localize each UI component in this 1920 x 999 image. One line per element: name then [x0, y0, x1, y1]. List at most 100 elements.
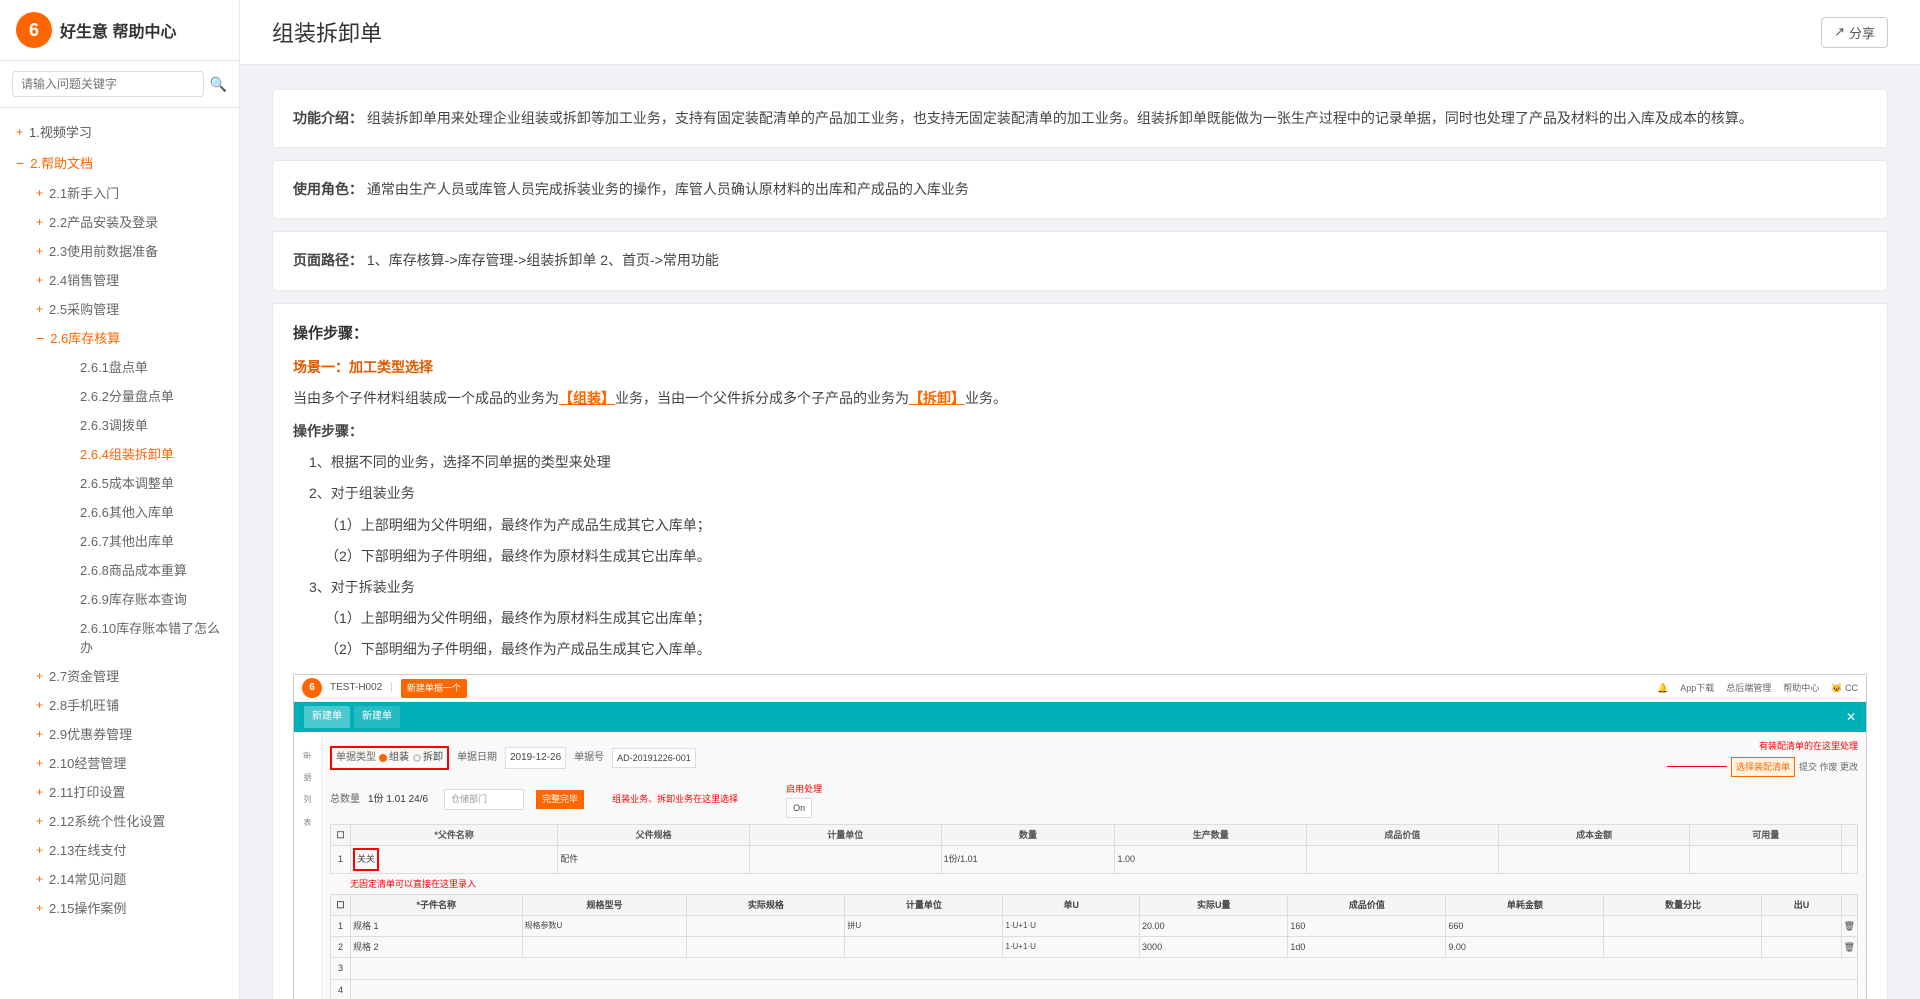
screenshot-upper-row1: 1 关关 配件 1份/1.01 1.00 — [331, 846, 1858, 873]
sidebar-item-label: 1.视频学习 — [29, 122, 92, 141]
screenshot-qty-label: 总数量 — [330, 791, 360, 809]
screenshot-th-avail: 可用量 — [1690, 825, 1842, 846]
plus-icon: + — [36, 698, 43, 712]
sidebar-inventory-sub: 2.6.1盘点单 2.6.2分量盘点单 2.6.3调拨单 2.6.4组装拆卸单 … — [28, 352, 239, 661]
screenshot-lower-row3: 3 — [331, 958, 1858, 979]
screenshot-annotation3: 启用处理 On — [786, 781, 822, 818]
plus-icon: + — [36, 669, 43, 683]
screenshot-th-spec: 父件规格 — [558, 825, 750, 846]
screenshot-annotation1-text: 有装配清单的在这里处理 — [1759, 738, 1858, 754]
sidebar-item-sales[interactable]: + 2.4销售管理 — [28, 265, 239, 294]
step3-1: （1）上部明细为父件明细，最终作为原材料生成其它出库单； — [293, 606, 1867, 631]
screenshot-annotation1-btn: 选择装配清单 — [1731, 757, 1795, 777]
screenshot-annotation4: 无固定清单可以直接在这里录入 — [350, 876, 1858, 892]
sidebar-item-docs[interactable]: − 2.帮助文档 — [0, 147, 239, 178]
sidebar-item-print[interactable]: + 2.11打印设置 — [28, 777, 239, 806]
logo-text: 好生意 帮助中心 — [60, 18, 176, 42]
step2-2: （2）下部明细为子件明细，最终作为原材料生成其它出库单。 — [293, 544, 1867, 569]
screenshot-tab-new2: 新建单 — [354, 706, 400, 728]
sidebar-item-video[interactable]: + 1.视频学习 — [0, 116, 239, 147]
sidebar-item-pay[interactable]: + 2.13在线支付 — [28, 835, 239, 864]
screenshot-num-value: AD-20191226-001 — [612, 748, 696, 768]
search-icon[interactable]: 🔍 — [210, 76, 227, 93]
screenshot-th-prod-val: 成品价值 — [1307, 825, 1499, 846]
screenshot-th-unit: 计量单位 — [749, 825, 941, 846]
screenshot-close-icon: ✕ — [1846, 707, 1856, 729]
role-card: 使用角色： 通常由生产人员或库管人员完成拆装业务的操作，库管人员确认原材料的出库… — [272, 160, 1888, 219]
screenshot-lower-section: 无固定清单可以直接在这里录入 ☐ *子件名称 规格型号 实际规格 — [330, 876, 1858, 999]
screenshot-app-id: TEST-H002 — [330, 679, 382, 697]
plus-icon: + — [36, 872, 43, 886]
sidebar-item-cases[interactable]: + 2.15操作案例 — [28, 893, 239, 922]
sidebar-item-265[interactable]: 2.6.5成本调整单 — [72, 468, 239, 497]
sidebar-item-operation[interactable]: + 2.10经营管理 — [28, 748, 239, 777]
sidebar-item-268[interactable]: 2.6.8商品成本重算 — [72, 555, 239, 584]
content-area: 功能介绍： 组装拆卸单用来处理企业组装或拆卸等加工业务，支持有固定装配清单的产品… — [240, 65, 1920, 999]
plus-icon: + — [36, 244, 43, 258]
step3: 3、对于拆装业务 — [293, 575, 1867, 600]
sidebar-item-install[interactable]: + 2.2产品安装及登录 — [28, 207, 239, 236]
disassemble-link[interactable]: 【拆卸】 — [909, 390, 965, 406]
sidebar-item-data[interactable]: + 2.3使用前数据准备 — [28, 236, 239, 265]
screenshot-lower-row2: 2 规格 2 1·U+1·U 3000 1d0 9.00 — [331, 937, 1858, 958]
intro-label: 功能介绍： — [293, 110, 363, 126]
logo-icon: 6 — [16, 12, 52, 48]
screenshot-th-qty: 数量 — [941, 825, 1115, 846]
screenshot-annotation4-text: 无固定清单可以直接在这里录入 — [350, 879, 476, 889]
sidebar-item-267[interactable]: 2.6.7其他出库单 — [72, 526, 239, 555]
sidebar-item-newbie[interactable]: + 2.1新手入门 — [28, 178, 239, 207]
screenshot-upper-table-container: ☐ *父件名称 父件规格 计量单位 数量 生产数量 成品价值 成本金额 可用量 — [330, 824, 1858, 873]
minus-icon: − — [16, 155, 24, 171]
screenshot-radio-label-disassemble: 拆卸 — [423, 749, 443, 767]
steps-card: 操作步骤： 场景一：加工类型选择 当由多个子件材料组装成一个成品的业务为【组装】… — [272, 303, 1888, 999]
screenshot-cell-name-box: 关关 — [353, 848, 379, 870]
scene1-title: 场景一：加工类型选择 — [293, 355, 1867, 380]
screenshot-annotation2-text: 组装业务、拆卸业务在这里选择 — [612, 794, 738, 804]
search-box: 🔍 — [0, 61, 239, 108]
screenshot-logo: 6 — [302, 678, 322, 698]
intro-text: 组装拆卸单用来处理企业组装或拆卸等加工业务，支持有固定装配清单的产品加工业务，也… — [367, 110, 1753, 126]
share-icon: ↗ — [1834, 24, 1845, 40]
screenshot-th-cost: 成本金额 — [1498, 825, 1690, 846]
screenshot-annotation1-line — [1667, 766, 1727, 767]
sidebar-item-mobile[interactable]: + 2.8手机旺铺 — [28, 690, 239, 719]
screenshot-annotation1: 有装配清单的在这里处理 选择装配清单 提交 作废 更改 — [1667, 738, 1858, 776]
path-card: 页面路径： 1、库存核算->库存管理->组装拆卸单 2、首页->常用功能 — [272, 231, 1888, 290]
screenshot-th-action — [1842, 825, 1858, 846]
nav-tree: + 1.视频学习 − 2.帮助文档 + 2.1新手入门 + 2.2产品安装及登录… — [0, 108, 239, 999]
sidebar-item-262[interactable]: 2.6.2分量盘点单 — [72, 381, 239, 410]
screenshot-upper-table: ☐ *父件名称 父件规格 计量单位 数量 生产数量 成品价值 成本金额 可用量 — [330, 824, 1858, 873]
screenshot-btn-newadd: 新建单据一个 — [401, 679, 467, 697]
sidebar-item-purchase[interactable]: + 2.5采购管理 — [28, 294, 239, 323]
sidebar-item-266[interactable]: 2.6.6其他入库单 — [72, 497, 239, 526]
screenshot-annotation2: 组装业务、拆卸业务在这里选择 — [612, 791, 738, 809]
main-header: 组装拆卸单 ↗ 分享 — [240, 0, 1920, 65]
screenshot-radio-disassemble — [413, 754, 421, 762]
page-title: 组装拆卸单 — [272, 16, 382, 48]
screenshot-qty-value: 1份 1.01 24/6 — [368, 791, 428, 809]
screenshot-th-prod-qty: 生产数量 — [1115, 825, 1307, 846]
role-text: 通常由生产人员或库管人员完成拆装业务的操作，库管人员确认原材料的出库和产成品的入… — [367, 181, 969, 197]
screenshot-lower-row4: 4 — [331, 979, 1858, 999]
sidebar-item-inventory[interactable]: − 2.6库存核算 — [28, 323, 239, 352]
screenshot-th-name: *父件名称 — [351, 825, 558, 846]
sidebar-item-finance[interactable]: + 2.7资金管理 — [28, 661, 239, 690]
plus-icon: + — [36, 756, 43, 770]
screenshot: 6 TEST-H002 | 新建单据一个 🔔App下载总后端管理帮助中心🐱 CC… — [293, 674, 1867, 999]
sidebar-item-263[interactable]: 2.6.3调拨单 — [72, 410, 239, 439]
minus-icon: − — [36, 330, 44, 346]
share-button[interactable]: ↗ 分享 — [1821, 17, 1888, 48]
sidebar-item-faq[interactable]: + 2.14常见问题 — [28, 864, 239, 893]
screenshot-radio-assemble — [379, 754, 387, 762]
assemble-link[interactable]: 【组装】 — [559, 390, 615, 406]
screenshot-dept-input: 仓储部门 — [444, 789, 524, 809]
sidebar-item-system[interactable]: + 2.12系统个性化设置 — [28, 806, 239, 835]
search-input[interactable] — [12, 71, 204, 97]
sidebar-item-261[interactable]: 2.6.1盘点单 — [72, 352, 239, 381]
sidebar-item-2610[interactable]: 2.6.10库存账本错了怎么办 — [72, 613, 239, 661]
screenshot-lower-row1: 1 规格 1 规格参数U 拼U 1·U+1·U 20.00 160 660 — [331, 915, 1858, 936]
sidebar-header: 6 好生意 帮助中心 — [0, 0, 239, 61]
sidebar-item-269[interactable]: 2.6.9库存账本查询 — [72, 584, 239, 613]
sidebar-item-264[interactable]: 2.6.4组装拆卸单 — [72, 439, 239, 468]
sidebar-item-coupon[interactable]: + 2.9优惠券管理 — [28, 719, 239, 748]
